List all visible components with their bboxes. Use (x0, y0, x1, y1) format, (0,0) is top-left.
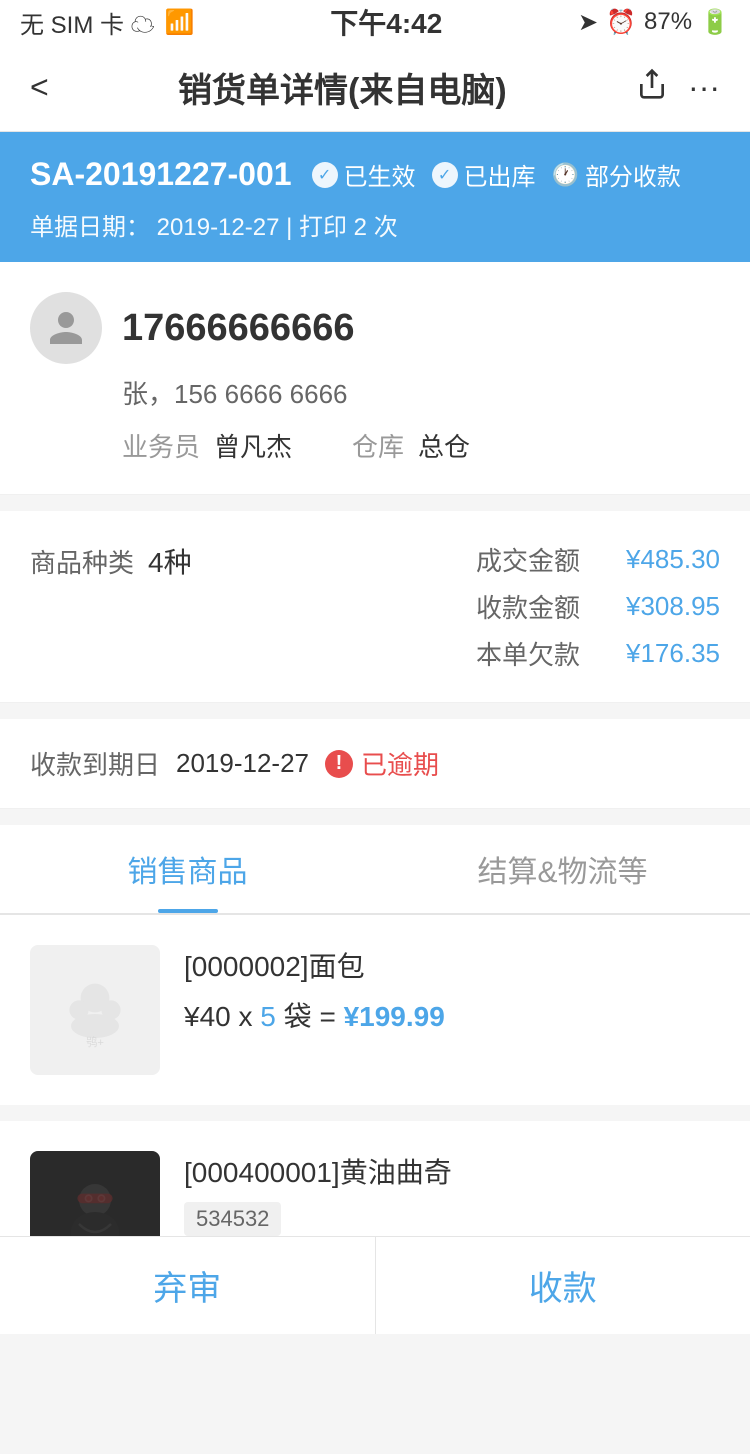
overdue-label: 已逾期 (361, 745, 439, 782)
status-badge-shipped: ✓ 已出库 (432, 157, 536, 192)
status-badges: ✓ 已生效 ✓ 已出库 🕐 部分收款 (312, 157, 681, 192)
battery-level: 87% (644, 8, 692, 36)
product-name-1: [0000002]面包 (184, 945, 720, 985)
receipt-amount-row: 收款金额 ¥308.95 (476, 588, 720, 625)
product-info-1: [0000002]面包 ¥40 x 5 袋 = ¥199.99 (184, 945, 720, 1035)
status-label-partial: 部分收款 (585, 157, 681, 192)
overdue-icon: ! (325, 750, 353, 778)
customer-row1: 17666666666 (30, 292, 720, 364)
owed-amount-row: 本单欠款 ¥176.35 (476, 635, 720, 672)
deal-amount-value: ¥485.30 (600, 544, 720, 575)
share-button[interactable] (636, 68, 668, 108)
category-count: 4种 (148, 541, 192, 581)
salesperson-value: 曾凡杰 (214, 427, 292, 464)
location-icon: ➤ (578, 8, 598, 37)
status-label-shipped: 已出库 (464, 157, 536, 192)
product-multiply-icon-1: x (239, 1001, 261, 1032)
nav-right: ··· (636, 68, 720, 108)
summary-section: 商品种类 4种 成交金额 ¥485.30 收款金额 ¥308.95 本单欠款 ¥… (0, 511, 750, 703)
nav-bar: < 销货单详情(来自电脑) ··· (0, 44, 750, 132)
customer-avatar (30, 292, 102, 364)
due-date-label: 收款到期日 (30, 745, 160, 782)
more-button[interactable]: ··· (688, 69, 720, 106)
tab-settlement-label: 结算&物流等 (477, 847, 647, 891)
owed-amount-label: 本单欠款 (476, 635, 580, 672)
nav-left: < (30, 69, 49, 106)
status-badge-partial: 🕐 部分收款 (552, 157, 681, 192)
check-icon-2: ✓ (432, 162, 458, 188)
warehouse-meta: 仓库 总仓 (352, 427, 470, 464)
status-bar-left: 无 SIM 卡 ☁ 📶 (20, 5, 195, 40)
product-quantity-1: 5 (260, 1001, 276, 1032)
cancel-button[interactable]: 弃审 (0, 1237, 376, 1334)
product-total-1: ¥199.99 (344, 1001, 445, 1032)
header-banner-row1: SA-20191227-001 ✓ 已生效 ✓ 已出库 🕐 部分收款 (30, 156, 720, 193)
customer-meta: 业务员 曾凡杰 仓库 总仓 (122, 427, 720, 464)
tab-sales-products[interactable]: 销售商品 (0, 825, 375, 913)
clock-icon: 🕐 (552, 162, 579, 188)
alarm-icon: ⏰ (606, 8, 636, 37)
product-image-1: 鸮+ (30, 945, 160, 1075)
wifi-icon: 📶 (165, 8, 195, 37)
salesperson-label: 业务员 (122, 427, 200, 464)
overdue-badge: ! 已逾期 (325, 745, 439, 782)
tabs-container: 销售商品 结算&物流等 (0, 825, 750, 915)
order-number: SA-20191227-001 (30, 156, 292, 193)
due-date-section: 收款到期日 2019-12-27 ! 已逾期 (0, 719, 750, 809)
status-bar-time: 下午4:42 (330, 2, 442, 42)
product-unit-1: 袋 (284, 1001, 312, 1032)
battery-icon: 🔋 (700, 8, 730, 37)
customer-phone: 17666666666 (122, 307, 354, 350)
summary-right: 成交金额 ¥485.30 收款金额 ¥308.95 本单欠款 ¥176.35 (476, 541, 720, 672)
tab-settlement[interactable]: 结算&物流等 (375, 825, 750, 913)
tab-sales-products-label: 销售商品 (128, 847, 248, 891)
deal-amount-label: 成交金额 (476, 541, 580, 578)
bottom-bar: 弃审 收款 (0, 1236, 750, 1334)
nav-title: 销货单详情(来自电脑) (178, 63, 507, 112)
product-equals-1: = (319, 1001, 343, 1032)
list-item: 鸮+ [0000002]面包 ¥40 x 5 袋 = ¥199.99 (0, 915, 750, 1105)
order-date: 2019-12-27 (157, 214, 280, 241)
product-unit-price-1: ¥40 (184, 1001, 231, 1032)
salesperson-meta: 业务员 曾凡杰 (122, 427, 292, 464)
confirm-button[interactable]: 收款 (376, 1237, 750, 1334)
deal-amount-row: 成交金额 ¥485.30 (476, 541, 720, 578)
status-bar: 无 SIM 卡 ☁ 📶 下午4:42 ➤ ⏰ 87% 🔋 (0, 0, 750, 44)
category-label: 商品种类 (30, 543, 134, 580)
status-badge-active: ✓ 已生效 (312, 157, 416, 192)
due-date-value: 2019-12-27 (176, 748, 309, 779)
print-info: | 打印 2 次 (286, 214, 398, 241)
owed-amount-value: ¥176.35 (600, 638, 720, 669)
product-sku-2: 534532 (184, 1202, 281, 1236)
status-bar-right: ➤ ⏰ 87% 🔋 (578, 8, 730, 37)
svg-text:鸮+: 鸮+ (86, 1035, 104, 1049)
receipt-amount-label: 收款金额 (476, 588, 580, 625)
product-price-row-1: ¥40 x 5 袋 = ¥199.99 (184, 995, 720, 1035)
summary-left: 商品种类 4种 (30, 541, 192, 581)
status-label-active: 已生效 (344, 157, 416, 192)
warehouse-value: 总仓 (418, 427, 470, 464)
header-banner: SA-20191227-001 ✓ 已生效 ✓ 已出库 🕐 部分收款 单据日期：… (0, 132, 750, 262)
customer-section: 17666666666 张，156 6666 6666 业务员 曾凡杰 仓库 总… (0, 262, 750, 495)
back-button[interactable]: < (30, 69, 49, 106)
product-name-2: [000400001]黄油曲奇 (184, 1151, 720, 1191)
check-icon-1: ✓ (312, 162, 338, 188)
header-banner-date-row: 单据日期： 2019-12-27 | 打印 2 次 (30, 207, 720, 242)
receipt-amount-value: ¥308.95 (600, 591, 720, 622)
warehouse-label: 仓库 (352, 427, 404, 464)
date-label: 单据日期： (30, 214, 150, 241)
customer-name: 张，156 6666 6666 (122, 374, 720, 411)
sim-status: 无 SIM 卡 ☁ (20, 5, 155, 40)
